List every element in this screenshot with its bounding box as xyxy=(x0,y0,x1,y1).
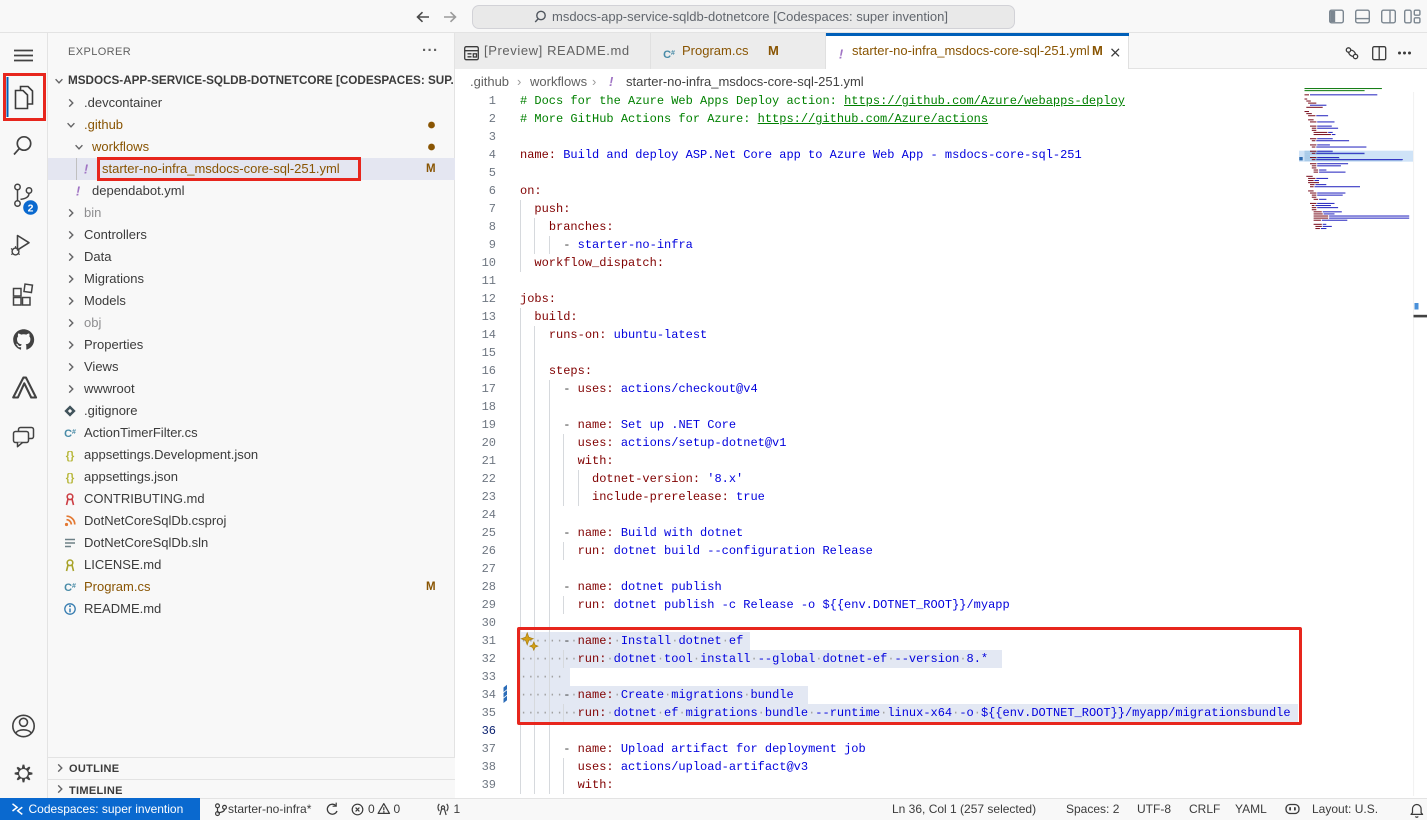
svg-text:C#: C# xyxy=(663,49,675,61)
svg-text:2: 2 xyxy=(28,202,34,214)
svg-text:!: ! xyxy=(839,47,844,62)
svg-text:{}: {} xyxy=(66,450,75,462)
svg-text:C#: C# xyxy=(64,428,76,440)
svg-text:C#: C# xyxy=(64,582,76,594)
svg-text:!: ! xyxy=(76,184,81,199)
svg-text:!: ! xyxy=(84,162,89,177)
svg-text:{}: {} xyxy=(66,472,75,484)
